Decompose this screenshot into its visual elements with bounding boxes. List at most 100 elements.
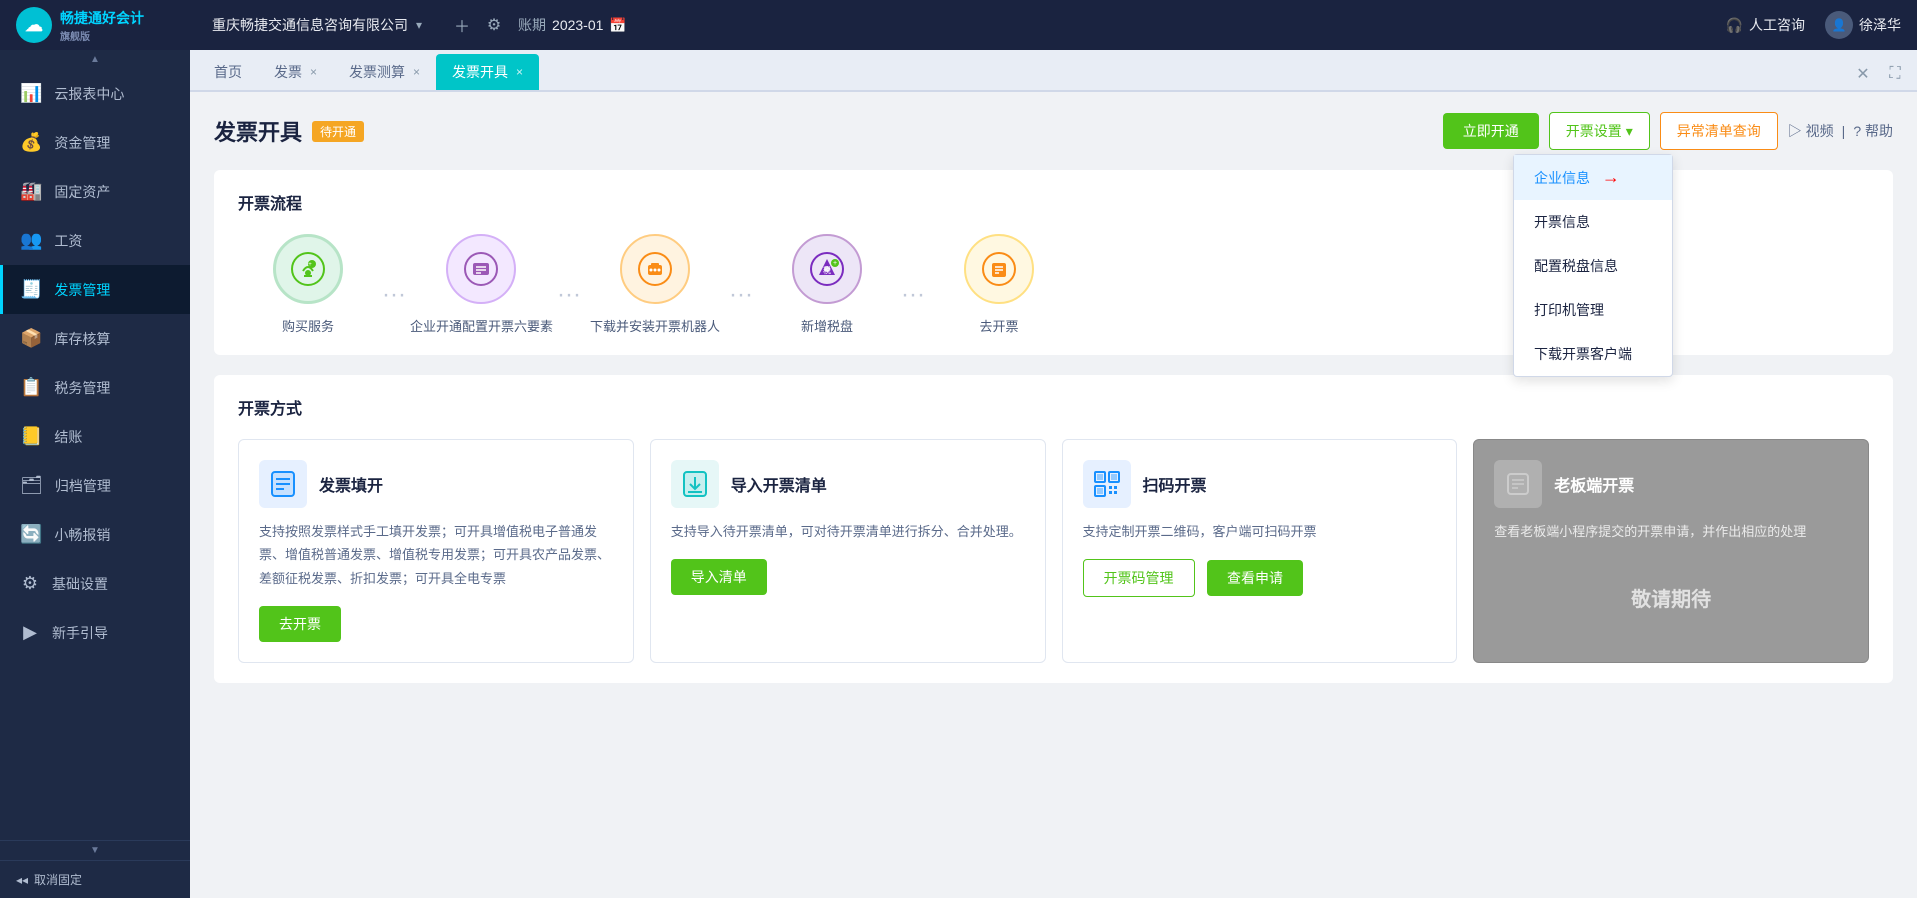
cancel-fixed-button[interactable]: ◂◂ 取消固定 bbox=[0, 860, 190, 898]
fill-invoice-desc: 支持按照发票样式手工填开发票；可开具增值税电子普通发票、增值税普通发票、增值税专… bbox=[259, 520, 613, 590]
sidebar-item-xinshou[interactable]: ▶ 新手引导 bbox=[0, 608, 190, 657]
import-list-button[interactable]: 导入清单 bbox=[671, 559, 767, 595]
settings-button[interactable]: 开票设置 ▾ bbox=[1549, 112, 1650, 150]
calendar-icon[interactable]: 📅 bbox=[609, 17, 626, 34]
app-sub: 旗舰版 bbox=[60, 28, 144, 43]
sidebar-item-shuiwu[interactable]: 📋 税务管理 bbox=[0, 363, 190, 412]
add-company-button[interactable]: ＋ bbox=[446, 9, 478, 41]
page-title: 发票开具 bbox=[214, 115, 302, 147]
fill-invoice-button[interactable]: 去开票 bbox=[259, 606, 341, 642]
page-actions: 立即开通 开票设置 ▾ 异常清单查询 ▷ 视频 | ? 帮助 企业信息 bbox=[1443, 112, 1893, 150]
flow-step-tax: 税 + 新增税盘 bbox=[757, 234, 897, 335]
tab-kaiju-label: 发票开具 bbox=[452, 62, 508, 82]
company-dropdown-icon[interactable]: ▾ bbox=[416, 18, 422, 32]
sidebar-item-jichushezhi[interactable]: ⚙ 基础设置 bbox=[0, 559, 190, 608]
main-layout: ▲ 📊 云报表中心 💰 资金管理 🏭 固定资产 👥 工资 🧾 发票管理 📦 库存… bbox=[0, 50, 1917, 898]
yunbao-icon: 📊 bbox=[20, 83, 42, 104]
period-label: 账期 bbox=[518, 15, 546, 35]
xinshou-icon: ▶ bbox=[20, 622, 40, 643]
sidebar-item-yunbao[interactable]: 📊 云报表中心 bbox=[0, 69, 190, 118]
fullscreen-button[interactable]: ⛶ bbox=[1881, 60, 1909, 88]
zijin-icon: 💰 bbox=[20, 132, 42, 153]
download-client-label: 下载开票客户端 bbox=[1534, 346, 1632, 362]
headset-icon: 🎧 bbox=[1726, 17, 1743, 34]
sidebar-item-gongzi[interactable]: 👥 工资 bbox=[0, 216, 190, 265]
tab-fapiao-label: 发票 bbox=[274, 62, 302, 82]
scan-invoice-title: 扫码开票 bbox=[1143, 472, 1207, 496]
scroll-up-button[interactable]: ▲ bbox=[0, 50, 190, 69]
go-invoice-icon bbox=[981, 251, 1017, 287]
tab-home[interactable]: 首页 bbox=[198, 54, 258, 90]
import-invoice-title: 导入开票清单 bbox=[731, 472, 827, 496]
svg-text:+: + bbox=[833, 260, 837, 267]
sidebar-item-kucun[interactable]: 📦 库存核算 bbox=[0, 314, 190, 363]
buy-service-icon: + bbox=[290, 251, 326, 287]
method-card-scan: 扫码开票 支持定制开票二维码，客户端可扫码开票 开票码管理 查看申请 bbox=[1062, 439, 1458, 663]
tab-fapiao-close[interactable]: × bbox=[310, 65, 317, 79]
view-application-button[interactable]: 查看申请 bbox=[1207, 560, 1303, 596]
sidebar-item-label: 结账 bbox=[54, 427, 82, 447]
scan-invoice-desc: 支持定制开票二维码，客户端可扫码开票 bbox=[1083, 520, 1437, 543]
tax-disk-icon: 税 + bbox=[809, 251, 845, 287]
close-window-button[interactable]: ✕ bbox=[1849, 60, 1877, 88]
sidebar-item-label: 资金管理 bbox=[54, 133, 110, 153]
svg-text:+: + bbox=[308, 262, 312, 268]
settings-icon[interactable]: ⚙ bbox=[478, 9, 510, 41]
settings-label: 开票设置 bbox=[1566, 121, 1622, 141]
flow-step-buy-label: 购买服务 bbox=[282, 316, 334, 335]
video-button[interactable]: ▷ 视频 bbox=[1788, 121, 1834, 141]
flow-arrow-4: ··· bbox=[901, 261, 925, 309]
tab-kaiju-close[interactable]: × bbox=[516, 65, 523, 79]
import-invoice-icon bbox=[671, 460, 719, 508]
flow-step-download: 下载并安装开票机器人 bbox=[585, 234, 725, 335]
dropdown-item-printer[interactable]: 打印机管理 bbox=[1514, 288, 1672, 332]
help-button[interactable]: ? 帮助 bbox=[1853, 121, 1893, 141]
sidebar-item-xiaochang[interactable]: 🔄 小畅报销 bbox=[0, 510, 190, 559]
dropdown-item-download-client[interactable]: 下载开票客户端 bbox=[1514, 332, 1672, 376]
period-area: 账期 2023-01 📅 bbox=[518, 15, 627, 35]
qr-manage-button[interactable]: 开票码管理 bbox=[1083, 559, 1195, 597]
help-area: ▷ 视频 | ? 帮助 bbox=[1788, 121, 1893, 141]
sidebar-item-label: 新手引导 bbox=[52, 623, 108, 643]
sidebar-item-jiezhang[interactable]: 📒 结账 bbox=[0, 412, 190, 461]
status-badge: 待开通 bbox=[312, 121, 364, 142]
sidebar-item-guding[interactable]: 🏭 固定资产 bbox=[0, 167, 190, 216]
download-icon bbox=[637, 251, 673, 287]
jichushezhi-icon: ⚙ bbox=[20, 573, 40, 594]
sidebar-item-guidang[interactable]: 🗂 归档管理 bbox=[0, 461, 190, 510]
scroll-down-button[interactable]: ▼ bbox=[0, 841, 190, 860]
tab-kaiju[interactable]: 发票开具 × bbox=[436, 54, 539, 90]
period-value: 2023-01 bbox=[552, 17, 603, 33]
xiaochang-icon: 🔄 bbox=[20, 524, 42, 545]
dropdown-item-invoice-info[interactable]: 开票信息 bbox=[1514, 200, 1672, 244]
sidebar-item-fapiao[interactable]: 🧾 发票管理 bbox=[0, 265, 190, 314]
kucun-icon: 📦 bbox=[20, 328, 42, 349]
red-arrow-icon: → bbox=[1602, 167, 1620, 188]
sidebar-item-zijin[interactable]: 💰 资金管理 bbox=[0, 118, 190, 167]
tab-bar: 首页 发票 × 发票测算 × 发票开具 × ✕ ⛶ bbox=[190, 50, 1917, 92]
tax-disk-label: 配置税盘信息 bbox=[1534, 258, 1618, 274]
company-area[interactable]: 重庆畅捷交通信息咨询有限公司 ▾ bbox=[196, 15, 438, 35]
tab-cesuan-close[interactable]: × bbox=[413, 65, 420, 79]
avatar: 👤 bbox=[1825, 11, 1853, 39]
dropdown-item-company-info[interactable]: 企业信息 → bbox=[1514, 155, 1672, 200]
flow-step-go-invoice-label: 去开票 bbox=[979, 316, 1018, 335]
abnormal-list-button[interactable]: 异常清单查询 bbox=[1660, 112, 1778, 150]
tab-cesuan-label: 发票测算 bbox=[349, 62, 405, 82]
activate-button[interactable]: 立即开通 bbox=[1443, 113, 1539, 149]
consulting-label: 人工咨询 bbox=[1749, 15, 1805, 35]
cancel-fixed-label: 取消固定 bbox=[34, 871, 82, 888]
settings-dropdown: 企业信息 → 开票信息 配置税盘信息 打印机管理 下 bbox=[1513, 154, 1673, 377]
sidebar-item-label: 库存核算 bbox=[54, 329, 110, 349]
tab-home-label: 首页 bbox=[214, 62, 242, 82]
tab-cesuan[interactable]: 发票测算 × bbox=[333, 54, 436, 90]
invoice-info-label: 开票信息 bbox=[1534, 214, 1590, 230]
sidebar-item-label: 云报表中心 bbox=[54, 84, 124, 104]
fapiao-icon: 🧾 bbox=[20, 279, 42, 300]
sidebar-item-label: 基础设置 bbox=[52, 574, 108, 594]
tab-fapiao[interactable]: 发票 × bbox=[258, 54, 333, 90]
svg-text:税: 税 bbox=[823, 265, 831, 275]
dropdown-item-tax-disk[interactable]: 配置税盘信息 bbox=[1514, 244, 1672, 288]
consulting-button[interactable]: 🎧 人工咨询 bbox=[1726, 15, 1805, 35]
boss-invoice-icon bbox=[1494, 460, 1542, 508]
